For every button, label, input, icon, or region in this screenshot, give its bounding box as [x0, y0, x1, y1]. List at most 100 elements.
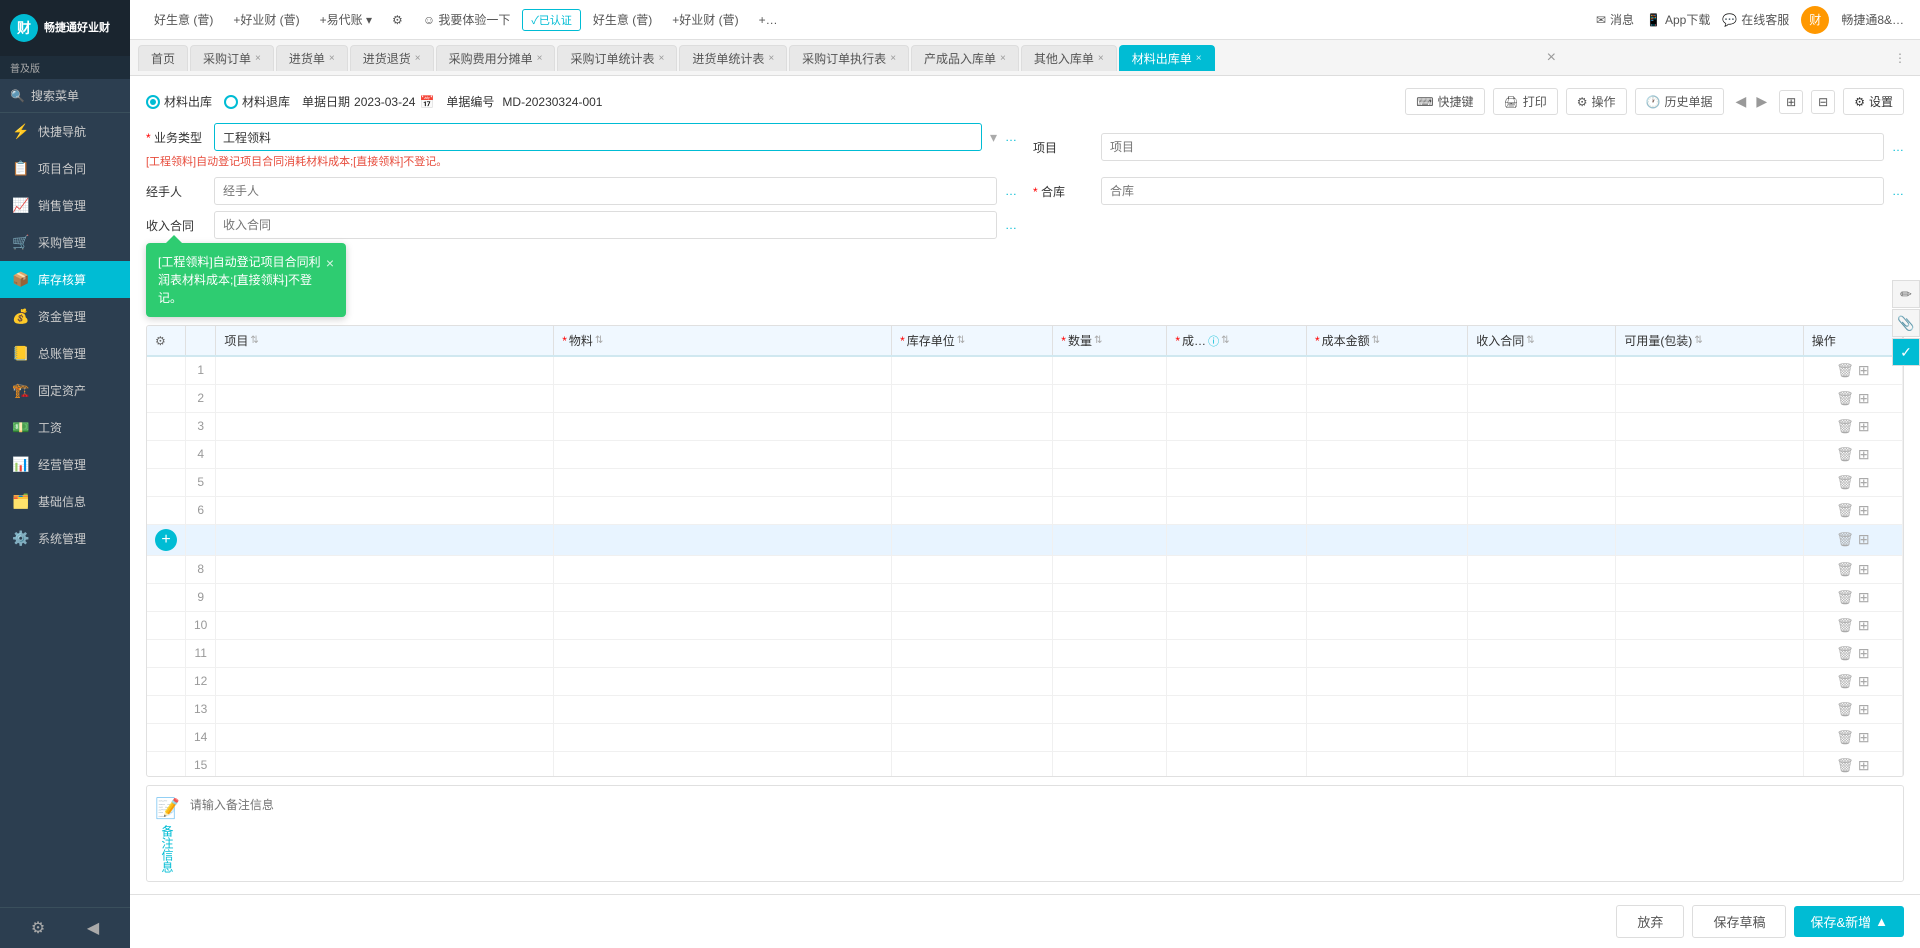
collapse-icon[interactable]: ◀ — [87, 918, 99, 938]
sidebar-item-system[interactable]: ⚙️系统管理 — [0, 520, 130, 557]
business-type-ellipsis[interactable]: … — [1005, 130, 1017, 144]
tab-stock-in-close[interactable]: × — [329, 53, 335, 64]
cell-unit[interactable] — [892, 356, 1053, 384]
sidebar-item-sales[interactable]: 📈销售管理 — [0, 187, 130, 224]
tab-purchase-fee[interactable]: 采购费用分摊单 × — [436, 45, 556, 71]
tab-material-out[interactable]: 材料出库单 × — [1119, 45, 1215, 71]
cell-avail[interactable] — [1616, 356, 1803, 384]
income-contract-input[interactable] — [214, 211, 997, 239]
tab-purchase-fee-close[interactable]: × — [537, 53, 543, 64]
save-new-button[interactable]: 保存&新增 ▲ — [1794, 906, 1904, 937]
copy-row-btn[interactable]: ⊞ — [1858, 362, 1870, 379]
tabbar-more-btn[interactable]: ⋮ — [1888, 51, 1912, 65]
topbar-user-name[interactable]: 畅捷通8&… — [1841, 11, 1904, 28]
copy-row-btn[interactable]: ⊞ — [1858, 418, 1870, 435]
right-panel-edit-btn[interactable]: ✏ — [1892, 280, 1920, 308]
radio-material-return[interactable]: 材料退库 — [224, 93, 290, 110]
delete-row-btn[interactable]: 🗑 — [1836, 645, 1854, 662]
delete-row-btn[interactable]: 🗑 — [1836, 390, 1854, 407]
nav-prev[interactable]: ◀ — [1732, 91, 1751, 112]
save-draft-button[interactable]: 保存草稿 — [1692, 905, 1786, 938]
topbar-agency[interactable]: +易代账 ▾ — [312, 7, 380, 32]
tab-purchase-order-close[interactable]: × — [255, 53, 261, 64]
copy-row-btn[interactable]: ⊞ — [1858, 502, 1870, 519]
delete-row-btn[interactable]: 🗑 — [1836, 362, 1854, 379]
tab-material-out-close[interactable]: × — [1196, 53, 1202, 64]
delete-row-btn[interactable]: 🗑 — [1836, 617, 1854, 634]
tab-stock-return-close[interactable]: × — [415, 53, 421, 64]
business-type-dropdown[interactable]: ▾ — [990, 129, 997, 146]
tab-finished-goods-close[interactable]: × — [1000, 53, 1006, 64]
copy-row-btn[interactable]: ⊞ — [1858, 589, 1870, 606]
active-cell-project[interactable] — [224, 533, 545, 547]
copy-row-btn[interactable]: ⊞ — [1858, 474, 1870, 491]
delete-row-btn[interactable]: 🗑 — [1836, 701, 1854, 718]
sidebar-item-payroll[interactable]: 💵工资 — [0, 409, 130, 446]
copy-row-btn[interactable]: ⊞ — [1858, 757, 1870, 774]
tab-stock-stats-close[interactable]: × — [768, 53, 774, 64]
sidebar-item-purchase[interactable]: 🛒采购管理 — [0, 224, 130, 261]
settings-icon[interactable]: ⚙ — [31, 918, 45, 938]
tab-purchase-order[interactable]: 采购订单 × — [190, 45, 274, 71]
warehouse-input[interactable] — [1101, 177, 1884, 205]
tab-stock-in[interactable]: 进货单 × — [276, 45, 348, 71]
tab-purchase-exec-close[interactable]: × — [890, 53, 896, 64]
delete-row-btn[interactable]: 🗑 — [1836, 729, 1854, 746]
delete-row-btn[interactable]: 🗑 — [1836, 418, 1854, 435]
copy-row-btn[interactable]: ⊞ — [1858, 617, 1870, 634]
tabbar-close-btn[interactable]: × — [1541, 49, 1562, 67]
right-panel-attach-btn[interactable]: 📎 — [1892, 309, 1920, 337]
tab-purchase-stats-close[interactable]: × — [658, 53, 664, 64]
remarks-input[interactable] — [188, 794, 1895, 844]
copy-row-btn[interactable]: ⊞ — [1858, 390, 1870, 407]
topbar-good-business-2[interactable]: 好生意 (菅) — [585, 7, 660, 32]
copy-row-btn[interactable]: ⊞ — [1858, 446, 1870, 463]
tab-stock-stats[interactable]: 进货单统计表 × — [679, 45, 787, 71]
topbar-good-finance-2[interactable]: +好业财 (菅) — [664, 7, 746, 32]
topbar-experience[interactable]: ☺ 我要体验一下 — [415, 7, 519, 32]
cell-project[interactable] — [216, 356, 554, 384]
delete-row-btn[interactable]: 🗑 — [1836, 589, 1854, 606]
topbar-online-service[interactable]: 💬 在线客服 — [1722, 11, 1789, 28]
copy-row-btn[interactable]: ⊞ — [1858, 645, 1870, 662]
active-cell-material[interactable] — [562, 533, 883, 547]
delete-row-btn[interactable]: 🗑 — [1836, 446, 1854, 463]
cell-cost[interactable] — [1167, 356, 1307, 384]
discard-button[interactable]: 放弃 — [1616, 905, 1684, 938]
gear-icon[interactable]: ⚙ — [155, 334, 166, 348]
sidebar-item-basic_info[interactable]: 🗂️基础信息 — [0, 483, 130, 520]
th-gear[interactable]: ⚙ — [147, 326, 186, 356]
project-input[interactable] — [1101, 133, 1884, 161]
radio-material-out[interactable]: 材料出库 — [146, 93, 212, 110]
handler-input[interactable] — [214, 177, 997, 205]
nav-next[interactable]: ▶ — [1752, 91, 1771, 112]
copy-row-btn[interactable]: ⊞ — [1858, 673, 1870, 690]
cell-cost-amount[interactable] — [1306, 356, 1467, 384]
tab-finished-goods[interactable]: 产成品入库单 × — [911, 45, 1019, 71]
history-btn[interactable]: 🕐 历史单据 — [1635, 88, 1724, 115]
cell-qty[interactable] — [1053, 356, 1167, 384]
business-type-input[interactable] — [214, 123, 982, 151]
delete-row-btn[interactable]: 🗑 — [1836, 502, 1854, 519]
tab-purchase-stats[interactable]: 采购订单统计表 × — [557, 45, 677, 71]
shortcut-btn[interactable]: ⌨ 快捷键 — [1405, 88, 1484, 115]
delete-row-btn[interactable]: 🗑 — [1836, 757, 1854, 774]
topbar-good-business[interactable]: 好生意 (菅) — [146, 7, 221, 32]
delete-row-btn[interactable]: 🗑 — [1836, 531, 1854, 548]
income-contract-ellipsis[interactable]: … — [1005, 218, 1017, 232]
operations-btn[interactable]: ⚙ 操作 — [1566, 88, 1627, 115]
sidebar-item-finance[interactable]: 💰资金管理 — [0, 298, 130, 335]
tab-other-in[interactable]: 其他入库单 × — [1021, 45, 1117, 71]
handler-ellipsis[interactable]: … — [1005, 184, 1017, 198]
delete-row-btn[interactable]: 🗑 — [1836, 474, 1854, 491]
topbar-settings-icon[interactable]: ⚙ — [384, 9, 411, 31]
calendar-icon[interactable]: 📅 — [419, 95, 434, 109]
copy-row-btn[interactable]: ⊞ — [1858, 531, 1870, 548]
settings-form-btn[interactable]: ⚙ 设置 — [1843, 88, 1904, 115]
sidebar-item-accounting[interactable]: 📒总账管理 — [0, 335, 130, 372]
topbar-more[interactable]: +… — [751, 9, 786, 31]
sidebar-item-operations[interactable]: 📊经营管理 — [0, 446, 130, 483]
topbar-message[interactable]: ✉ 消息 — [1596, 11, 1634, 28]
sidebar-item-fixed_assets[interactable]: 🏗️固定资产 — [0, 372, 130, 409]
delete-row-btn[interactable]: 🗑 — [1836, 561, 1854, 578]
